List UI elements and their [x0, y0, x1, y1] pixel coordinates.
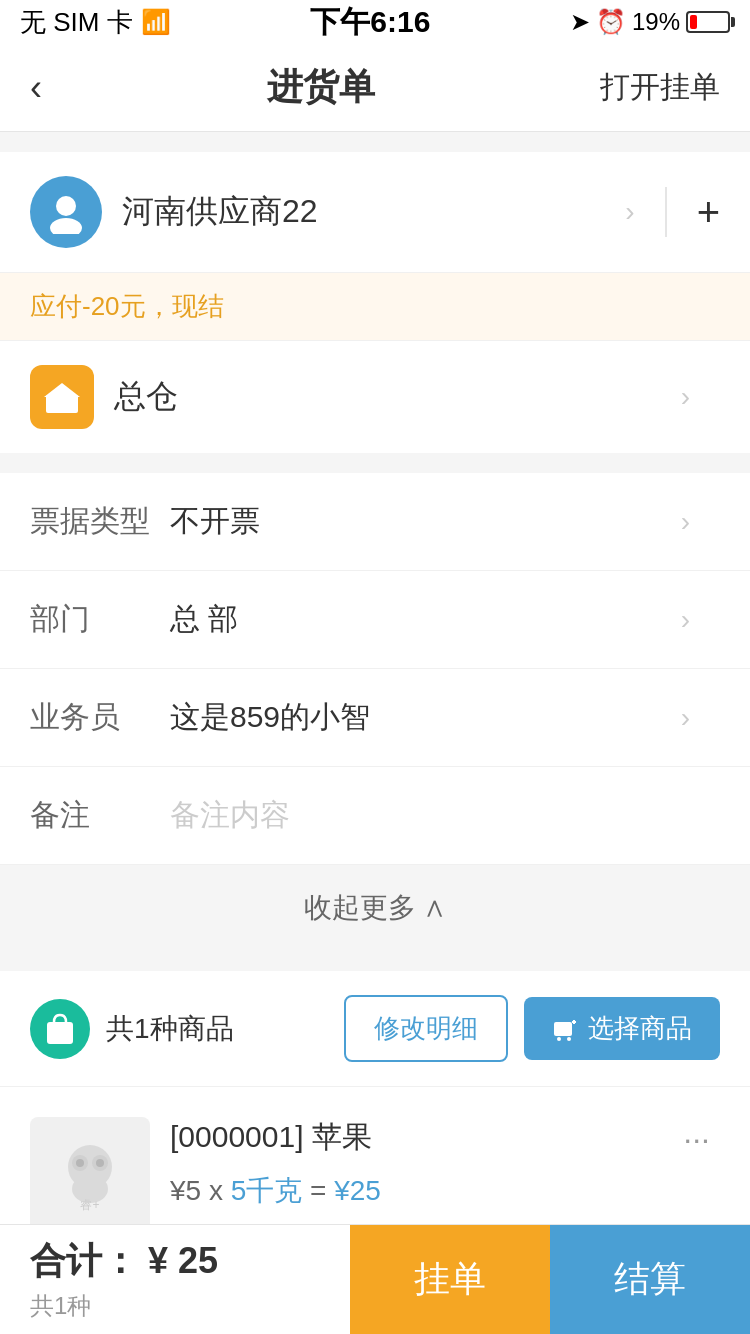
select-product-label: 选择商品: [588, 1011, 692, 1046]
checkout-button[interactable]: 结算: [550, 1225, 750, 1335]
product-icon-bg: [30, 999, 90, 1059]
svg-rect-6: [554, 1022, 572, 1036]
salesman-chevron: ›: [681, 702, 690, 734]
product-info: [0000001] 苹果 ¥5 x 5千克 = ¥25: [170, 1117, 653, 1210]
collapse-button[interactable]: 收起更多 ∧: [0, 865, 750, 951]
product-price: ¥5 x 5千克 = ¥25: [170, 1172, 653, 1210]
product-title: 苹果: [312, 1120, 372, 1153]
warehouse-row[interactable]: 总仓 ›: [0, 340, 750, 453]
supplier-section: 河南供应商22 › + 应付-20元，现结 总仓 ›: [0, 152, 750, 453]
battery-percent: 19%: [632, 8, 680, 36]
back-button[interactable]: ‹: [30, 67, 42, 109]
total-label: 合计：: [30, 1240, 138, 1281]
quantity: 5千克: [231, 1175, 303, 1206]
form-section: 票据类型 不开票 › 部门 总 部 › 业务员 这是859的小智 › 备注 备注…: [0, 473, 750, 865]
dept-chevron: ›: [681, 604, 690, 636]
warehouse-name: 总仓: [114, 375, 681, 419]
note-row[interactable]: 备注 备注内容: [0, 767, 750, 865]
ticket-label: 票据类型: [30, 501, 170, 542]
page-title: 进货单: [267, 63, 375, 112]
product-header: 共1种商品 修改明细 选择商品: [0, 971, 750, 1086]
product-thumbnail: 睿+: [30, 1117, 150, 1237]
supplier-row[interactable]: 河南供应商22 › +: [0, 152, 750, 273]
dept-value: 总 部: [170, 599, 681, 640]
warehouse-icon-bg: [30, 365, 94, 429]
warehouse-chevron: ›: [681, 381, 690, 413]
line-total: ¥25: [334, 1175, 381, 1206]
edit-detail-button[interactable]: 修改明细: [344, 995, 508, 1062]
multiply-sign: x: [209, 1175, 223, 1206]
total-amount: 合计： ¥ 25: [30, 1237, 320, 1286]
product-code: [0000001]: [170, 1120, 303, 1153]
product-more-button[interactable]: ···: [673, 1117, 720, 1162]
supplier-name: 河南供应商22: [122, 190, 625, 234]
svg-marker-3: [44, 383, 80, 397]
select-product-button[interactable]: 选择商品: [524, 997, 720, 1060]
svg-point-8: [567, 1037, 571, 1041]
salesman-row[interactable]: 业务员 这是859的小智 ›: [0, 669, 750, 767]
salesman-value: 这是859的小智: [170, 697, 681, 738]
wifi-icon: 📶: [141, 8, 171, 36]
svg-point-1: [50, 218, 82, 234]
svg-point-15: [96, 1159, 104, 1167]
product-count: 共1种商品: [106, 1010, 344, 1048]
note-label: 备注: [30, 795, 170, 836]
total-value: ¥ 25: [148, 1240, 218, 1281]
carrier-label: 无 SIM 卡: [20, 5, 133, 40]
user-icon: [44, 190, 88, 234]
battery-icon: [686, 11, 730, 33]
status-bar-left: 无 SIM 卡 📶: [20, 5, 171, 40]
alarm-icon: ⏰: [596, 8, 626, 36]
cart-icon: [552, 1016, 578, 1042]
ticket-value: 不开票: [170, 501, 681, 542]
note-placeholder[interactable]: 备注内容: [170, 795, 720, 836]
dept-label: 部门: [30, 599, 170, 640]
chevron-right-icon: ›: [625, 196, 634, 228]
footer-bar: 合计： ¥ 25 共1种 挂单 结算: [0, 1224, 750, 1334]
unit-price: ¥5: [170, 1175, 201, 1206]
svg-rect-5: [47, 1022, 73, 1044]
total-count: 共1种: [30, 1290, 320, 1322]
total-info: 合计： ¥ 25 共1种: [0, 1237, 350, 1322]
ticket-row[interactable]: 票据类型 不开票 ›: [0, 473, 750, 571]
status-bar-time: 下午6:16: [310, 2, 430, 43]
status-bar: 无 SIM 卡 📶 下午6:16 ➤ ⏰ 19%: [0, 0, 750, 44]
svg-text:睿+: 睿+: [80, 1198, 99, 1212]
equals-sign: =: [310, 1175, 326, 1206]
battery-fill: [690, 15, 697, 29]
dept-row[interactable]: 部门 总 部 ›: [0, 571, 750, 669]
status-bar-right: ➤ ⏰ 19%: [570, 8, 730, 36]
svg-point-0: [56, 196, 76, 216]
svg-point-14: [76, 1159, 84, 1167]
product-name: [0000001] 苹果: [170, 1117, 653, 1158]
nav-bar: ‹ 进货单 打开挂单: [0, 44, 750, 132]
supplier-avatar: [30, 176, 102, 248]
supplier-alert: 应付-20元，现结: [0, 273, 750, 340]
open-hang-button[interactable]: 打开挂单: [600, 67, 720, 108]
salesman-label: 业务员: [30, 697, 170, 738]
ticket-chevron: ›: [681, 506, 690, 538]
warehouse-icon: [42, 377, 82, 417]
add-supplier-button[interactable]: +: [697, 190, 720, 235]
svg-point-7: [557, 1037, 561, 1041]
shopping-bag-icon: [41, 1010, 79, 1048]
gap-1: [0, 132, 750, 152]
svg-rect-4: [56, 401, 68, 413]
hang-button[interactable]: 挂单: [350, 1225, 550, 1335]
divider: [665, 187, 667, 237]
product-owl-icon: 睿+: [50, 1137, 130, 1217]
location-icon: ➤: [570, 8, 590, 36]
